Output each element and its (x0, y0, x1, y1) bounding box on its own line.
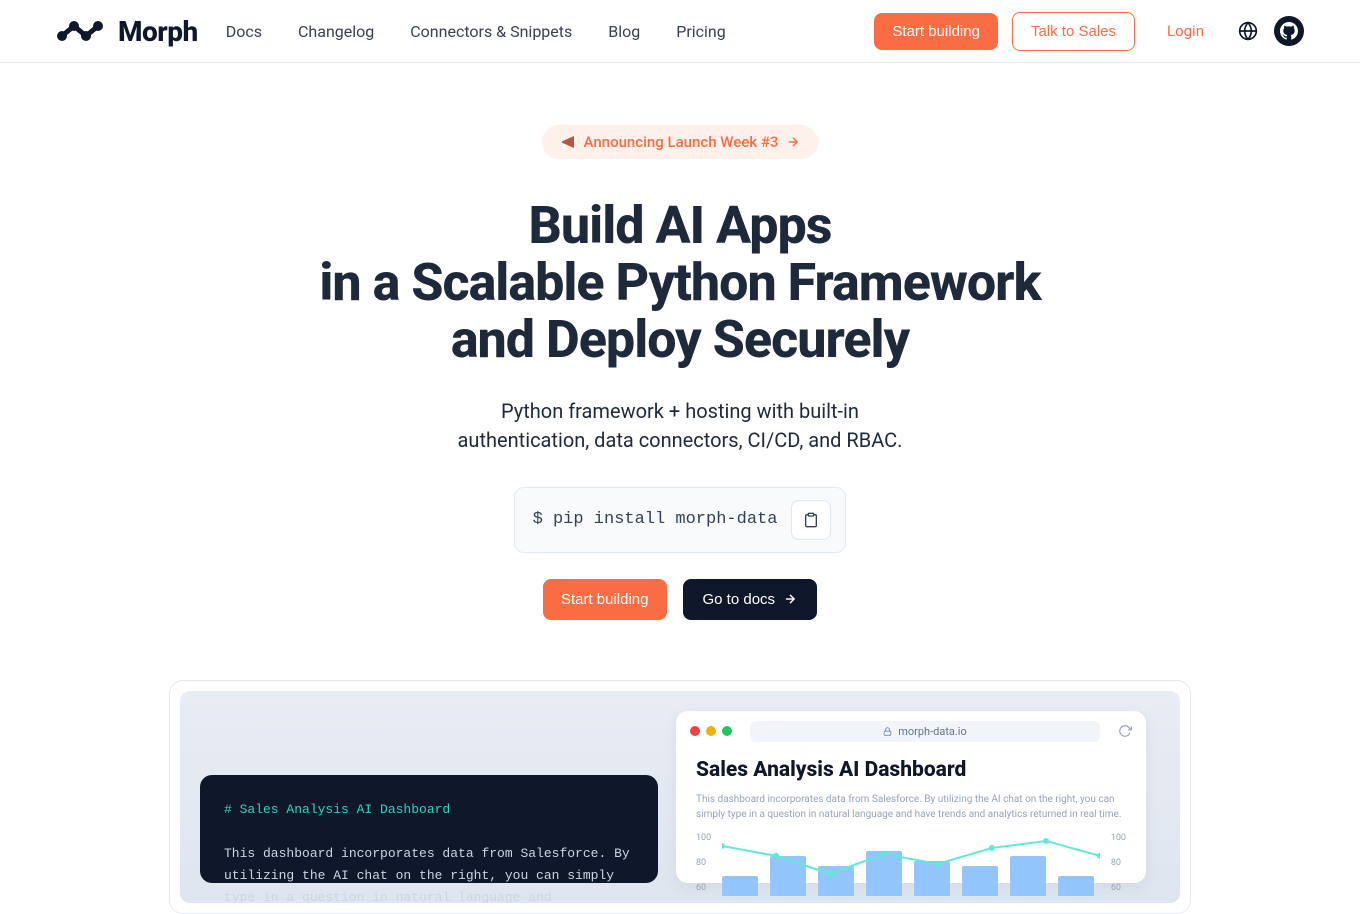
nav-blog[interactable]: Blog (608, 22, 640, 41)
code-window: # Sales Analysis AI Dashboard This dashb… (200, 775, 658, 883)
nav-pricing[interactable]: Pricing (676, 22, 726, 41)
nav-changelog[interactable]: Changelog (298, 22, 374, 41)
close-dot (690, 726, 700, 736)
maximize-dot (722, 726, 732, 736)
preview-card: # Sales Analysis AI Dashboard This dashb… (169, 680, 1191, 914)
browser-chrome: morph-data.io (676, 711, 1146, 752)
window-controls (690, 726, 732, 736)
y-axis-left: 100 80 60 (696, 833, 711, 893)
chart-bar (914, 861, 950, 896)
install-command-box: $ pip install morph-data (514, 487, 847, 553)
nav-docs[interactable]: Docs (226, 22, 262, 41)
chart-bar (770, 856, 806, 896)
arrow-right-icon (783, 592, 797, 606)
nav-connectors[interactable]: Connectors & Snippets (410, 22, 572, 41)
dashboard-chart: 100 80 60 100 80 60 (696, 836, 1126, 896)
arrow-right-icon (786, 135, 800, 149)
browser-window: morph-data.io Sales Analysis AI Dashboar… (676, 711, 1146, 883)
install-command-text: $ pip install morph-data (533, 510, 778, 529)
start-building-button[interactable]: Start building (874, 13, 998, 50)
y-axis-right: 100 80 60 (1111, 833, 1126, 893)
morph-logo-icon (56, 20, 108, 42)
site-header: Morph Docs Changelog Connectors & Snippe… (0, 0, 1360, 63)
chart-bar (866, 851, 902, 896)
cta-buttons: Start building Go to docs (543, 579, 817, 620)
chart-bar (818, 866, 854, 896)
chart-bar (1010, 856, 1046, 896)
lock-icon (883, 727, 892, 736)
language-icon[interactable] (1236, 19, 1260, 43)
url-bar: morph-data.io (750, 721, 1100, 742)
refresh-icon (1118, 724, 1132, 738)
dashboard-content: Sales Analysis AI Dashboard This dashboa… (676, 752, 1146, 896)
logo-text: Morph (118, 15, 198, 48)
main-content: Announcing Launch Week #3 Build AI Apps … (0, 63, 1360, 914)
chart-bar (962, 866, 998, 896)
hero-subtitle: Python framework + hosting with built-in… (458, 397, 903, 455)
announcement-text: Announcing Launch Week #3 (584, 133, 779, 151)
announcement-badge[interactable]: Announcing Launch Week #3 (542, 125, 819, 159)
talk-to-sales-button[interactable]: Talk to Sales (1012, 12, 1135, 51)
clipboard-icon (803, 512, 819, 528)
minimize-dot (706, 726, 716, 736)
github-icon[interactable] (1274, 16, 1304, 46)
header-actions: Start building Talk to Sales Login (874, 12, 1304, 51)
dashboard-title: Sales Analysis AI Dashboard (696, 758, 1126, 782)
login-link[interactable]: Login (1167, 22, 1204, 40)
code-comment: # Sales Analysis AI Dashboard (224, 799, 634, 821)
logo[interactable]: Morph (56, 15, 198, 48)
code-body: This dashboard incorporates data from Sa… (224, 843, 634, 903)
dashboard-description: This dashboard incorporates data from Sa… (696, 792, 1126, 822)
main-nav: Docs Changelog Connectors & Snippets Blo… (226, 22, 726, 41)
bars-container (722, 851, 1100, 896)
hero-title: Build AI Apps in a Scalable Python Frame… (319, 197, 1040, 369)
preview-inner: # Sales Analysis AI Dashboard This dashb… (180, 691, 1180, 903)
chart-bar (722, 876, 758, 896)
megaphone-icon (560, 134, 576, 150)
chart-bar (1058, 876, 1094, 896)
start-building-cta[interactable]: Start building (543, 579, 667, 620)
go-to-docs-button[interactable]: Go to docs (683, 579, 818, 620)
copy-button[interactable] (791, 500, 831, 540)
